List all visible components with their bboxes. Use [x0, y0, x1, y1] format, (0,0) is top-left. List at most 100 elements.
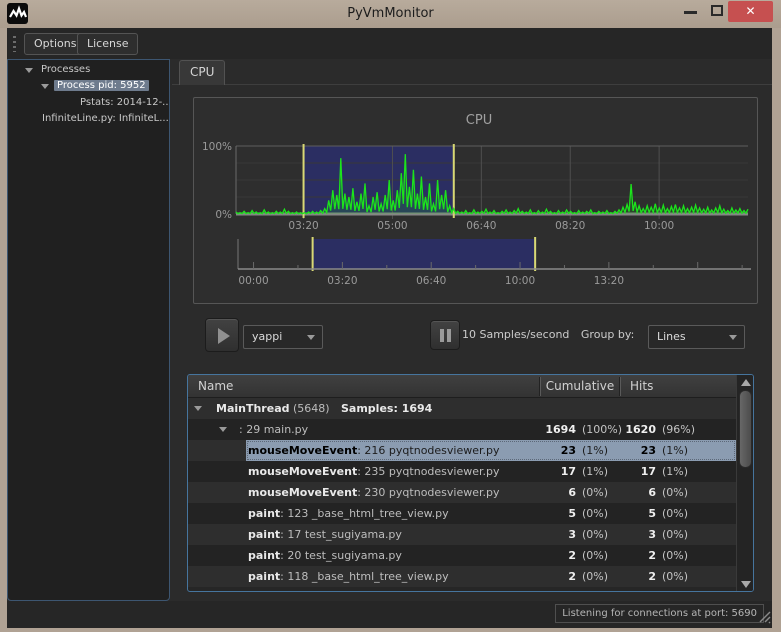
minimize-button[interactable]: [681, 0, 703, 22]
tree-item[interactable]: Pstats: 2014-12-...: [8, 96, 169, 111]
range-tick-label: 13:20: [594, 275, 624, 287]
tab-pane-divider: [172, 84, 772, 85]
table-row[interactable]: paint: 118 _base_html_tree_view.py 2 (0%) 2…: [188, 566, 736, 587]
column-separator[interactable]: [620, 377, 621, 396]
range-tick-label: 03:20: [327, 275, 357, 287]
table-row[interactable]: paint: 123 _base_html_tree_view.py 5 (0%) 5…: [188, 503, 736, 524]
x-tick-label: 08:20: [555, 220, 585, 232]
table-row[interactable]: mouseMoveEvent: 230 pyqtnodesviewer.py 6(…: [188, 482, 736, 503]
chart-title: CPU: [466, 113, 492, 128]
function-name: paint: 20 test_sugiyama.py: [248, 549, 402, 562]
tree-item-label: Process pid: 5952: [54, 80, 149, 91]
cumulative-cell: 3 (0%): [568, 528, 609, 541]
expand-arrow-icon[interactable]: [219, 427, 227, 432]
tree-item[interactable]: Process pid: 5952: [8, 79, 169, 94]
range-tick-label: 00:00: [238, 275, 268, 287]
cell-text: : 29 main.py: [239, 423, 309, 436]
cumulative-cell: 5 (0%): [568, 507, 609, 520]
toolbar-grip-handle[interactable]: [13, 36, 16, 52]
pause-button[interactable]: [430, 320, 460, 350]
close-button[interactable]: ✕: [728, 1, 773, 22]
play-button[interactable]: [205, 318, 239, 352]
license-button[interactable]: License: [77, 33, 139, 55]
y-axis-label: 100%: [202, 141, 232, 153]
play-icon: [218, 328, 230, 344]
group-by-label: Group by:: [580, 328, 635, 341]
table-row[interactable]: mouseMoveEvent: 235 pyqtnodesviewer.py 17…: [188, 461, 736, 482]
profiler-dropdown-value: yappi: [252, 330, 283, 343]
hits-cell: 2 (0%): [648, 570, 689, 583]
profile-table: Name Cumulative Hits MainThread (5648) Sa…: [187, 374, 754, 592]
scroll-up-button[interactable]: [738, 376, 753, 389]
tree-item[interactable]: InfiniteLine.py: InfiniteL...: [8, 112, 169, 127]
expand-arrow-icon[interactable]: [25, 68, 33, 73]
column-header-cumulative[interactable]: Cumulative: [540, 375, 620, 398]
tree-item[interactable]: Processes: [8, 63, 169, 78]
table-row[interactable]: : 29 main.py 1694 (100%) 1620 (96%): [188, 419, 736, 440]
range-selection-block[interactable]: [312, 239, 536, 269]
table-row[interactable]: paint: 20 test_sugiyama.py 2 (0%) 2 (0%): [188, 545, 736, 566]
tree-item-label: InfiniteLine.py: InfiniteL...: [42, 113, 169, 124]
tree-item-label: Pstats: 2014-12-...: [80, 97, 170, 108]
sampling-labels: 10 Samples/second Group by:: [462, 328, 634, 341]
x-tick-label: 05:00: [377, 220, 407, 232]
tab-cpu-label: CPU: [190, 65, 215, 79]
table-row[interactable]: paint: 17 test_sugiyama.py 3 (0%) 3 (0%): [188, 524, 736, 545]
table-row[interactable]: mouseMoveEvent: 216 pyqtnodesviewer.py 23…: [188, 440, 736, 461]
expand-arrow-icon[interactable]: [41, 84, 49, 89]
function-name: paint: 17 test_sugiyama.py: [248, 528, 402, 541]
x-tick-label: 03:20: [288, 220, 318, 232]
window-frame: PyVmMonitor ✕ Options License Processes P…: [0, 0, 781, 632]
maximize-icon: [711, 5, 723, 16]
resize-grip[interactable]: [757, 609, 772, 625]
column-header-hits[interactable]: Hits: [630, 375, 653, 398]
function-name: mouseMoveEvent: 230 pyqtnodesviewer.py: [248, 486, 500, 499]
table-row[interactable]: MainThread (5648) Samples: 1694: [188, 398, 736, 419]
cumulative-cell: 2 (0%): [568, 570, 609, 583]
cumulative-cell: 17 (1%): [560, 465, 609, 478]
samples-per-second-label: 10 Samples/second: [462, 328, 570, 341]
function-name: mouseMoveEvent: 235 pyqtnodesviewer.py: [248, 465, 500, 478]
hits-cell: 1620 (96%): [625, 423, 696, 436]
thread-name: MainThread (5648): [216, 402, 330, 415]
minimize-icon: [684, 11, 697, 14]
maximize-button[interactable]: [708, 0, 730, 22]
window-title: PyVmMonitor: [347, 6, 434, 21]
cumulative-cell: 23 (1%): [560, 444, 609, 457]
chevron-down-icon: [307, 335, 315, 340]
cpu-usage-chart[interactable]: CPU 100% 0% 03:20 05:00 06:40 08:20 10:00 00:00 0…: [194, 98, 759, 305]
status-bar: Listening for connections at port: 5690: [7, 601, 772, 628]
scrollbar-thumb[interactable]: [739, 390, 752, 468]
cumulative-cell: 6 (0%): [568, 486, 609, 499]
titlebar[interactable]: PyVmMonitor ✕: [0, 0, 781, 28]
arrow-down-icon: [741, 581, 751, 588]
expand-arrow-icon[interactable]: [194, 406, 202, 411]
range-tick-label: 10:00: [505, 275, 535, 287]
hits-cell: 17 (1%): [640, 465, 689, 478]
profiler-dropdown[interactable]: yappi: [243, 325, 323, 349]
cumulative-cell: 1694 (100%): [545, 423, 623, 436]
cpu-chart-panel: CPU 100% 0% 03:20 05:00 06:40 08:20 10:00 00:00 0…: [193, 97, 758, 304]
pause-icon: [440, 329, 444, 342]
app-content: Options License Processes Process pid: 59…: [7, 28, 772, 628]
hits-cell: 5 (0%): [648, 507, 689, 520]
y-axis-label: 0%: [215, 209, 232, 221]
hits-cell: 2 (0%): [648, 549, 689, 562]
function-name: mouseMoveEvent: 216 pyqtnodesviewer.py: [248, 444, 500, 457]
hits-cell: 3 (0%): [648, 528, 689, 541]
tab-cpu[interactable]: CPU: [179, 60, 226, 85]
tree-item-label: Processes: [41, 64, 91, 75]
group-by-dropdown[interactable]: Lines: [648, 325, 745, 349]
function-name: paint: 118 _base_html_tree_view.py: [248, 570, 449, 583]
table-header: Name Cumulative Hits: [188, 375, 736, 398]
hits-cell: 23 (1%): [640, 444, 689, 457]
column-header-name[interactable]: Name: [198, 375, 233, 398]
range-tick-label: 06:40: [416, 275, 446, 287]
scroll-down-button[interactable]: [738, 577, 753, 590]
close-icon: ✕: [745, 4, 756, 18]
process-tree: Processes Process pid: 5952 Pstats: 2014-1…: [7, 59, 170, 601]
status-message: Listening for connections at port: 5690: [555, 604, 764, 623]
chevron-down-icon: [729, 335, 737, 340]
x-tick-label: 10:00: [644, 220, 674, 232]
table-scrollbar[interactable]: [736, 375, 753, 591]
